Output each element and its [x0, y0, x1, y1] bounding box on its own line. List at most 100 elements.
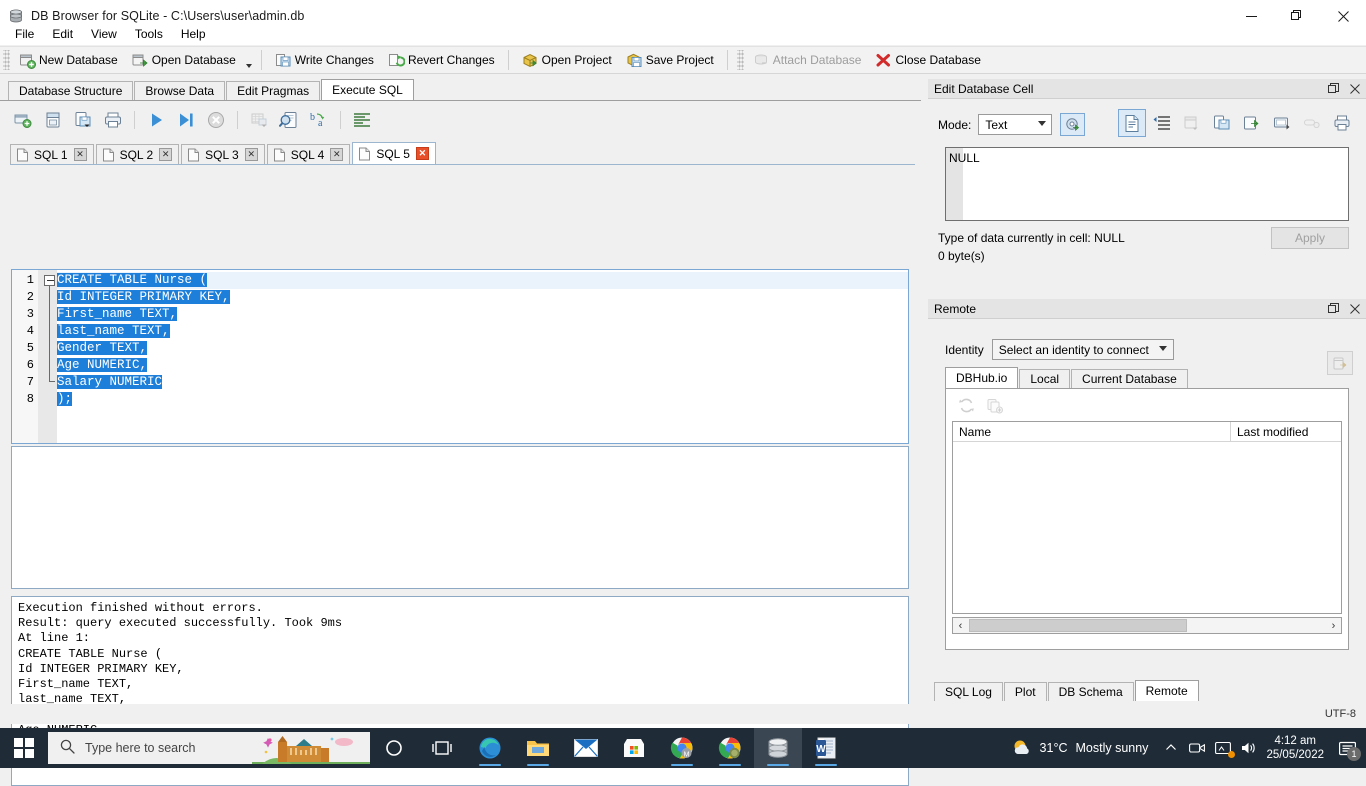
execute-current-line-icon[interactable]: [173, 107, 199, 133]
search-input[interactable]: Type here to search: [48, 732, 370, 764]
clone-database-icon[interactable]: [980, 393, 1008, 417]
menu-help[interactable]: Help: [172, 24, 215, 44]
edit-cell-close-button[interactable]: [1344, 80, 1366, 98]
mode-select[interactable]: Text: [978, 114, 1053, 135]
print-cell-icon[interactable]: [1328, 109, 1356, 137]
apply-button[interactable]: Apply: [1271, 227, 1349, 249]
sql-tab-1[interactable]: SQL 1 ✕: [10, 144, 94, 164]
export-to-file-icon[interactable]: [1208, 109, 1236, 137]
format-sql-icon[interactable]: [349, 107, 375, 133]
remote-tab-dbhub[interactable]: DBHub.io: [945, 367, 1019, 388]
remote-tab-current-database[interactable]: Current Database: [1071, 369, 1188, 388]
sql-tab-3-close[interactable]: ✕: [244, 148, 258, 161]
fold-toggle-icon[interactable]: [44, 275, 55, 286]
new-database-button[interactable]: New Database: [13, 48, 124, 72]
menu-view[interactable]: View: [82, 24, 126, 44]
sql-tab-4[interactable]: SQL 4 ✕: [266, 144, 351, 164]
weather-widget[interactable]: 31°C Mostly sunny: [1011, 738, 1148, 758]
remote-close-button[interactable]: [1344, 300, 1366, 318]
clock[interactable]: 4:12 am 25/05/2022: [1266, 734, 1324, 762]
column-header-name[interactable]: Name: [953, 422, 1231, 441]
stop-icon[interactable]: [203, 107, 229, 133]
find-icon[interactable]: [276, 107, 302, 133]
attach-database-button[interactable]: Attach Database: [747, 48, 868, 72]
scrollbar-thumb[interactable]: [969, 619, 1187, 632]
task-view-icon[interactable]: [418, 728, 466, 768]
tab-edit-pragmas[interactable]: Edit Pragmas: [226, 81, 321, 100]
scroll-right-arrow-icon[interactable]: ›: [1326, 618, 1341, 633]
query-results-grid[interactable]: [11, 446, 909, 589]
bottom-tab-sql-log[interactable]: SQL Log: [934, 682, 1003, 701]
camera-icon[interactable]: [1184, 731, 1210, 765]
chrome-icon[interactable]: [706, 728, 754, 768]
refresh-icon[interactable]: [952, 393, 980, 417]
sql-tab-3[interactable]: SQL 3 ✕: [181, 144, 265, 164]
identity-select[interactable]: Select an identity to connect: [991, 339, 1174, 360]
bottom-tab-plot[interactable]: Plot: [1003, 682, 1047, 701]
chrome-m-icon[interactable]: M: [658, 728, 706, 768]
sql-tab-2[interactable]: SQL 2 ✕: [95, 144, 180, 164]
file-explorer-icon[interactable]: [514, 728, 562, 768]
db-browser-icon[interactable]: [754, 728, 802, 768]
push-database-icon[interactable]: [1327, 351, 1353, 375]
open-in-external-icon[interactable]: [1268, 109, 1296, 137]
toolbar-grip-2[interactable]: [736, 50, 744, 70]
remote-tab-local[interactable]: Local: [1019, 369, 1071, 388]
close-database-button[interactable]: Close Database: [869, 48, 986, 72]
tab-browse-data[interactable]: Browse Data: [134, 81, 226, 100]
open-database-dropdown-arrow[interactable]: [243, 48, 255, 72]
sql-code-area[interactable]: CREATE TABLE Nurse ( Id INTEGER PRIMARY …: [57, 270, 908, 443]
open-project-button[interactable]: Open Project: [516, 48, 618, 72]
copy-hex-icon[interactable]: [1298, 109, 1326, 137]
remote-horizontal-scrollbar[interactable]: ‹ ›: [952, 617, 1342, 634]
execute-all-icon[interactable]: [143, 107, 169, 133]
tab-execute-sql[interactable]: Execute SQL: [321, 79, 414, 100]
code-folding-column[interactable]: [38, 270, 57, 443]
revert-changes-button[interactable]: Revert Changes: [382, 48, 501, 72]
sql-tab-1-close[interactable]: ✕: [73, 148, 87, 161]
show-hidden-icons-chevron[interactable]: [1158, 731, 1184, 765]
open-sql-file-icon[interactable]: [40, 107, 66, 133]
windows-start-icon[interactable]: [0, 728, 48, 768]
volume-icon[interactable]: [1236, 731, 1262, 765]
menu-edit[interactable]: Edit: [43, 24, 82, 44]
sql-editor[interactable]: 1 2 3 4 5 6 7 8 CREATE TABLE Nurse ( Id …: [11, 269, 909, 444]
word-wrap-icon[interactable]: [1148, 109, 1176, 137]
edge-icon[interactable]: [466, 728, 514, 768]
cortana-icon[interactable]: [370, 728, 418, 768]
import-data-icon[interactable]: [1060, 113, 1086, 136]
microsoft-store-icon[interactable]: [610, 728, 658, 768]
vertical-splitter[interactable]: [921, 79, 928, 704]
menu-file[interactable]: File: [6, 24, 43, 44]
write-changes-button[interactable]: Write Changes: [269, 48, 380, 72]
open-database-button[interactable]: Open Database: [126, 48, 242, 72]
text-view-icon[interactable]: [1118, 109, 1146, 137]
save-sql-file-icon[interactable]: [70, 107, 96, 133]
find-replace-icon[interactable]: b a: [306, 107, 332, 133]
mail-icon[interactable]: [562, 728, 610, 768]
bottom-tab-remote[interactable]: Remote: [1134, 680, 1199, 701]
remote-file-table[interactable]: Name Last modified: [952, 421, 1342, 614]
save-project-button[interactable]: Save Project: [620, 48, 720, 72]
tab-database-structure[interactable]: Database Structure: [8, 81, 134, 100]
open-tab-icon[interactable]: [10, 107, 36, 133]
sql-tab-5-close[interactable]: ✕: [415, 147, 429, 160]
set-as-null-icon[interactable]: [1238, 109, 1266, 137]
toolbar-grip[interactable]: [3, 50, 10, 70]
scroll-left-arrow-icon[interactable]: ‹: [953, 618, 968, 633]
word-icon[interactable]: W: [802, 728, 850, 768]
column-header-last-modified[interactable]: Last modified: [1231, 422, 1341, 441]
onedrive-sync-icon[interactable]: [1210, 731, 1236, 765]
sql-tab-4-close[interactable]: ✕: [330, 148, 344, 161]
edit-cell-float-button[interactable]: [1322, 80, 1344, 98]
menu-tools[interactable]: Tools: [126, 24, 172, 44]
notification-icon[interactable]: 1: [1332, 731, 1362, 765]
sql-tab-2-close[interactable]: ✕: [159, 148, 173, 161]
cell-value-editor[interactable]: NULL: [945, 147, 1349, 221]
import-from-file-icon[interactable]: [1178, 109, 1206, 137]
sql-tab-5[interactable]: SQL 5 ✕: [352, 142, 436, 164]
print-icon[interactable]: [100, 107, 126, 133]
bottom-tab-db-schema[interactable]: DB Schema: [1047, 682, 1134, 701]
remote-float-button[interactable]: [1322, 300, 1344, 318]
save-results-icon[interactable]: [246, 107, 272, 133]
